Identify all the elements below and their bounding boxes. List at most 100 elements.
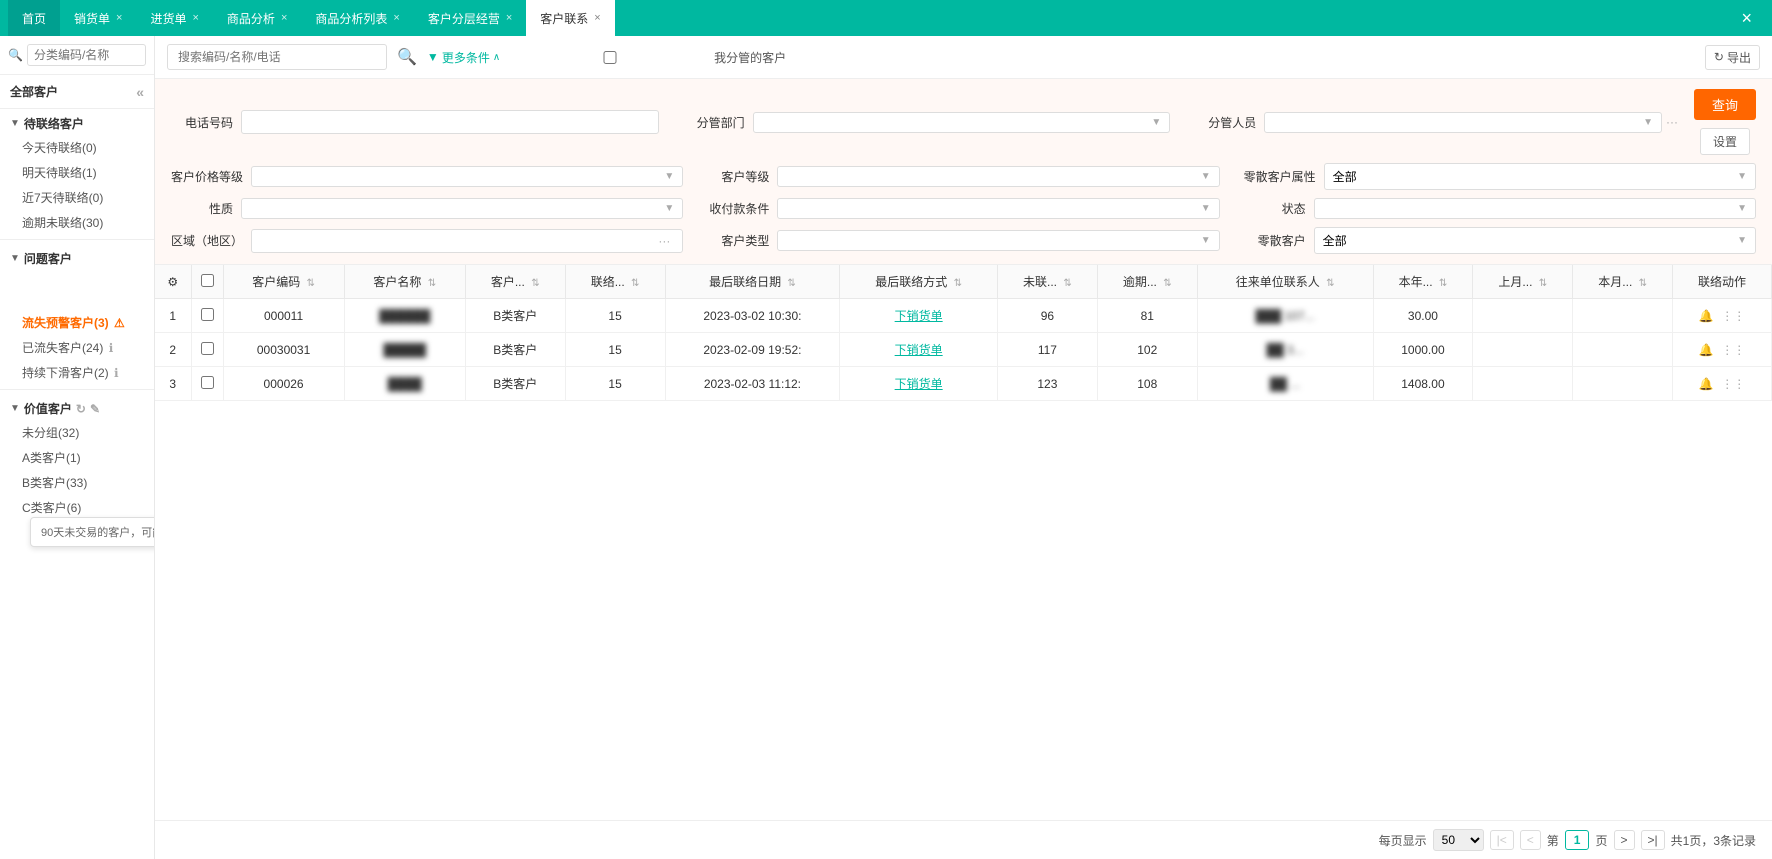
arrow-value-icon: ▼: [10, 403, 20, 414]
sidebar-item-overdue[interactable]: 逾期未联络(30): [0, 210, 154, 235]
action-menu-icon[interactable]: ⋮⋮: [1721, 377, 1745, 391]
col-this-year[interactable]: 本年... ⇅: [1373, 265, 1473, 299]
more-conditions-button[interactable]: ▼ 更多条件 ∧: [427, 49, 500, 66]
row-last-method[interactable]: 下销货单: [840, 367, 998, 401]
my-customers-checkbox[interactable]: 我分管的客户: [510, 49, 786, 66]
sidebar-item-class-a[interactable]: A类客户(1): [0, 445, 154, 470]
search-toolbar-icon[interactable]: 🔍: [397, 47, 417, 67]
tab-purchase[interactable]: 进货单 ×: [136, 0, 212, 36]
filter-customer-level-select[interactable]: ▼: [777, 166, 1219, 187]
col-last-method[interactable]: 最后联络方式 ⇅: [840, 265, 998, 299]
col-unit-contact[interactable]: 往来单位联系人 ⇅: [1197, 265, 1373, 299]
col-last-date[interactable]: 最后联络日期 ⇅: [665, 265, 840, 299]
close-customer-contact-tab[interactable]: ×: [594, 12, 600, 24]
row-action[interactable]: 🔔 ⋮⋮: [1673, 333, 1772, 367]
filter-status-select[interactable]: ▼: [1314, 198, 1756, 219]
sidebar-item-declining[interactable]: 持续下滑客户(2) ℹ: [0, 360, 154, 385]
filter-phone-input[interactable]: [241, 110, 659, 134]
row-checkbox[interactable]: [191, 367, 223, 401]
row-action[interactable]: 🔔 ⋮⋮: [1673, 299, 1772, 333]
top-tab-bar: 首页 销货单 × 进货单 × 商品分析 × 商品分析列表 × 客户分层经营 × …: [0, 0, 1772, 36]
col-this-month[interactable]: 本月... ⇅: [1573, 265, 1673, 299]
close-goods-analysis-list-tab[interactable]: ×: [393, 12, 399, 24]
tab-sales[interactable]: 销货单 ×: [60, 0, 136, 36]
query-button[interactable]: 查询: [1694, 89, 1756, 120]
filter-sparse-attr-select[interactable]: 全部 ▼: [1324, 163, 1756, 190]
sidebar-item-churned[interactable]: 已流失客户(24) ℹ: [0, 335, 154, 360]
sidebar-group-value[interactable]: ▼ 价值客户 ↻ ✎: [0, 394, 154, 420]
sidebar-item-churn-warn[interactable]: 流失预警客户(3) ⚠: [0, 310, 154, 335]
action-bell-icon[interactable]: 🔔: [1699, 377, 1714, 391]
window-close-button[interactable]: ×: [1729, 8, 1764, 29]
row-last-method[interactable]: 下销货单: [840, 333, 998, 367]
filter-price-level-field: 客户价格等级 ▼: [171, 166, 683, 187]
col-last-month[interactable]: 上月... ⇅: [1473, 265, 1573, 299]
manager-dots[interactable]: ···: [1662, 115, 1682, 129]
sidebar-item-week[interactable]: 近7天待联络(0): [0, 185, 154, 210]
setting-button[interactable]: 设置: [1700, 128, 1750, 155]
action-bell-icon[interactable]: 🔔: [1699, 309, 1714, 323]
last-page-button[interactable]: >|: [1641, 830, 1665, 850]
page-size-select[interactable]: 50 100 200: [1433, 829, 1484, 851]
row-this-year: 1000.00: [1373, 333, 1473, 367]
export-button[interactable]: ↻ 导出: [1705, 45, 1760, 70]
filter-price-level-select[interactable]: ▼: [251, 166, 683, 187]
action-bell-icon[interactable]: 🔔: [1699, 343, 1714, 357]
col-name[interactable]: 客户名称 ⇅: [344, 265, 465, 299]
refresh-icon[interactable]: ↻: [76, 402, 86, 416]
tab-goods-analysis-list[interactable]: 商品分析列表 ×: [301, 0, 413, 36]
row-checkbox[interactable]: [191, 333, 223, 367]
action-menu-icon[interactable]: ⋮⋮: [1721, 309, 1745, 323]
close-sales-tab[interactable]: ×: [116, 12, 122, 24]
filter-manager-select[interactable]: ▼: [1264, 112, 1662, 133]
sidebar-search-input[interactable]: [27, 44, 146, 66]
sidebar-item-class-b[interactable]: B类客户(33): [0, 470, 154, 495]
filter-region-select[interactable]: ···: [251, 229, 683, 253]
tab-goods-analysis[interactable]: 商品分析 ×: [213, 0, 301, 36]
my-customers-check[interactable]: [510, 51, 710, 64]
sort-code-icon: ⇅: [307, 278, 315, 289]
filter-nature-select[interactable]: ▼: [241, 198, 683, 219]
filter-sparse-customer-select[interactable]: 全部 ▼: [1314, 227, 1756, 254]
filter-dept-select[interactable]: ▼: [753, 112, 1171, 133]
select-all-checkbox[interactable]: [201, 274, 214, 287]
next-page-button[interactable]: >: [1614, 830, 1635, 850]
edit-icon[interactable]: ✎: [90, 402, 100, 416]
gear-column-header[interactable]: ⚙: [155, 265, 191, 299]
action-menu-icon[interactable]: ⋮⋮: [1721, 343, 1745, 357]
first-page-button[interactable]: |<: [1490, 830, 1514, 850]
sidebar-item-ungrouped[interactable]: 未分组(32): [0, 420, 154, 445]
close-goods-analysis-tab[interactable]: ×: [281, 12, 287, 24]
sidebar-group-pending[interactable]: ▼ 待联络客户: [0, 109, 154, 135]
tab-customer-contact[interactable]: 客户联系 ×: [526, 0, 614, 36]
filter-payment-select[interactable]: ▼: [777, 198, 1219, 219]
prev-page-button[interactable]: <: [1520, 830, 1541, 850]
tab-customer-tier[interactable]: 客户分层经营 ×: [414, 0, 526, 36]
close-customer-tier-tab[interactable]: ×: [506, 12, 512, 24]
search-input[interactable]: [167, 44, 387, 70]
sidebar-collapse-button[interactable]: «: [136, 84, 144, 100]
col-contact-count[interactable]: 联络... ⇅: [565, 265, 665, 299]
contact-method-link[interactable]: 下销货单: [895, 309, 943, 323]
row-select-checkbox[interactable]: [201, 376, 214, 389]
customer-level-chevron-icon: ▼: [1201, 171, 1211, 182]
sidebar-group-problem[interactable]: ▼ 问题客户: [0, 244, 154, 270]
col-code[interactable]: 客户编码 ⇅: [223, 265, 344, 299]
contact-method-link[interactable]: 下销货单: [895, 343, 943, 357]
row-checkbox[interactable]: [191, 299, 223, 333]
row-action[interactable]: 🔔 ⋮⋮: [1673, 367, 1772, 401]
col-uncontacted[interactable]: 未联... ⇅: [997, 265, 1097, 299]
checkbox-column-header[interactable]: [191, 265, 223, 299]
region-dots[interactable]: ···: [654, 234, 674, 248]
row-last-method[interactable]: 下销货单: [840, 299, 998, 333]
row-select-checkbox[interactable]: [201, 308, 214, 321]
sidebar-item-today[interactable]: 今天待联络(0): [0, 135, 154, 160]
close-purchase-tab[interactable]: ×: [192, 12, 198, 24]
sidebar-item-tomorrow[interactable]: 明天待联络(1): [0, 160, 154, 185]
row-select-checkbox[interactable]: [201, 342, 214, 355]
contact-method-link[interactable]: 下销货单: [895, 377, 943, 391]
col-type[interactable]: 客户... ⇅: [465, 265, 565, 299]
tab-home[interactable]: 首页: [8, 0, 60, 36]
filter-customer-type-select[interactable]: ▼: [777, 230, 1219, 251]
col-overdue[interactable]: 逾期... ⇅: [1097, 265, 1197, 299]
